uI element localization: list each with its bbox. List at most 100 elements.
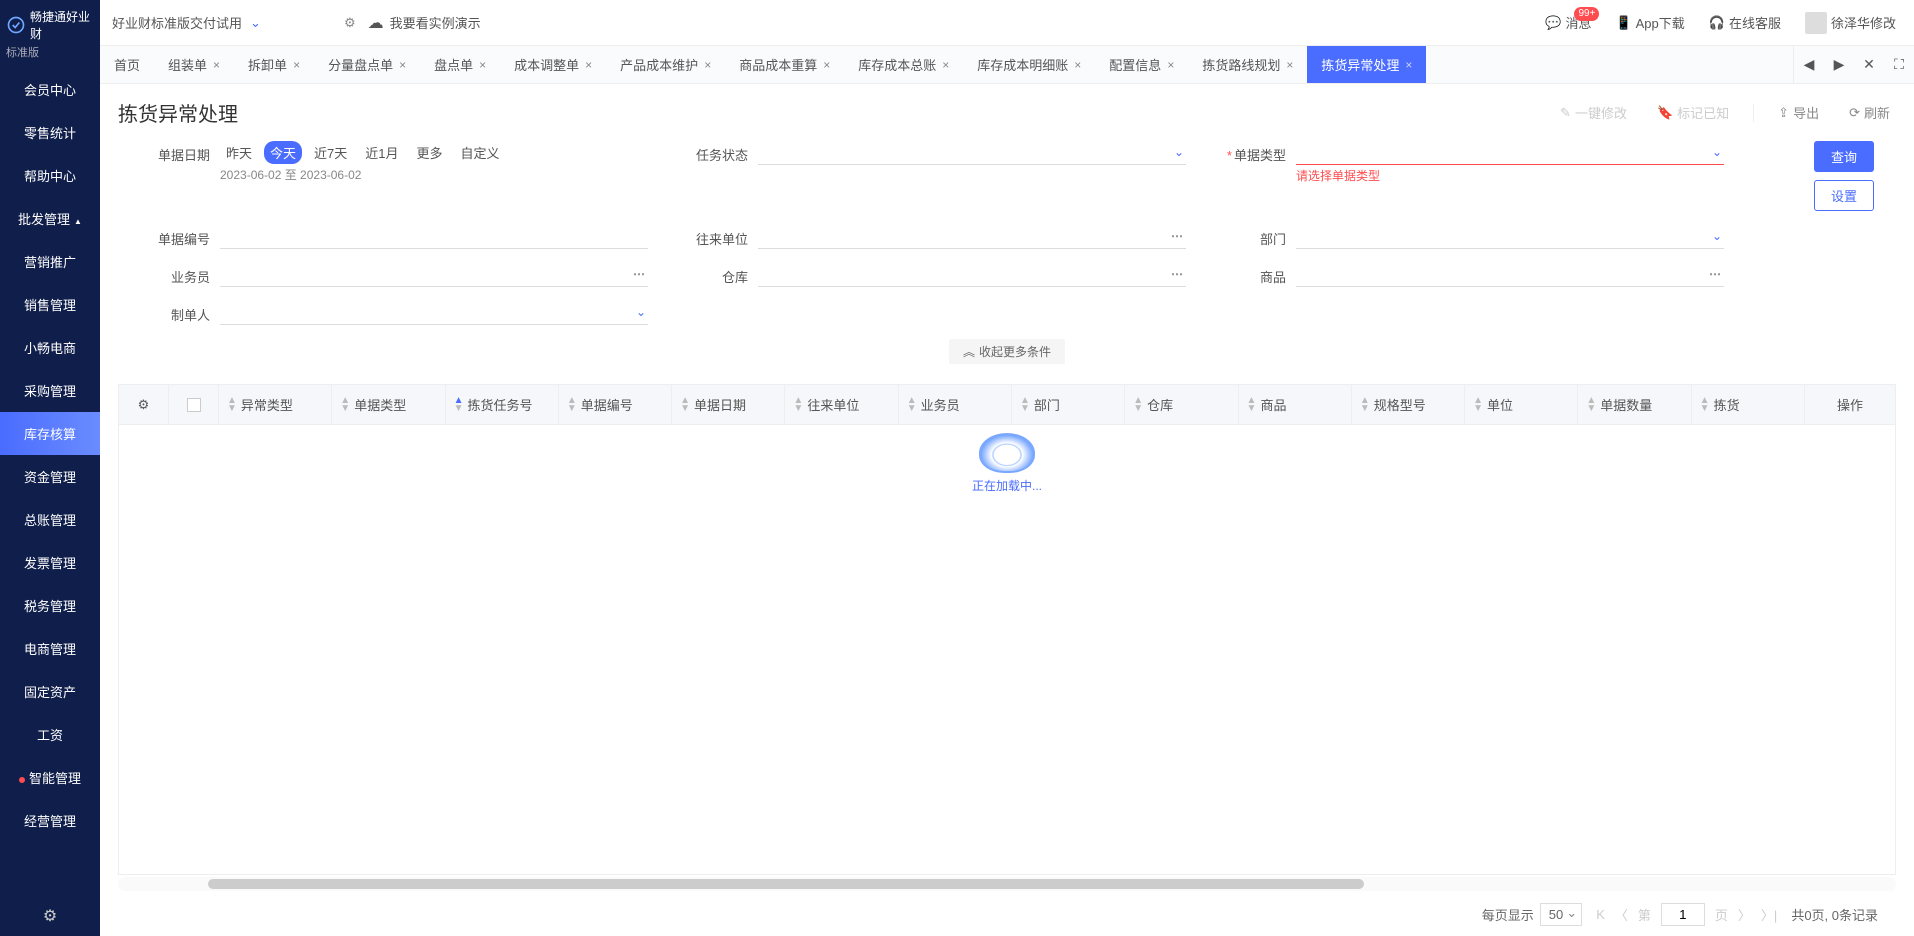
partner-input[interactable] [758, 225, 1186, 249]
tab[interactable]: 库存成本明细账× [963, 46, 1095, 83]
close-icon[interactable]: × [1405, 58, 1412, 72]
column-header[interactable]: ▲▼业务员 [899, 385, 1012, 424]
date-quick-option[interactable]: 近1月 [359, 141, 404, 164]
column-header[interactable]: ▲▼单据日期 [672, 385, 785, 424]
tab[interactable]: 商品成本重算× [725, 46, 844, 83]
warehouse-input[interactable] [758, 263, 1186, 287]
app-download-button[interactable]: 📱 App下载 [1609, 13, 1690, 32]
sidebar-item[interactable]: 库存核算 [0, 412, 100, 455]
collapse-filters-button[interactable]: ︽ 收起更多条件 [949, 339, 1065, 364]
dept-input[interactable] [1296, 225, 1724, 249]
close-icon[interactable]: × [213, 58, 220, 72]
column-header[interactable]: ▲▼部门 [1012, 385, 1125, 424]
close-icon[interactable]: × [942, 58, 949, 72]
sidebar-item[interactable]: 采购管理 [0, 369, 100, 412]
column-header[interactable]: ▲▼单据编号 [559, 385, 672, 424]
sidebar-item[interactable]: 帮助中心 [0, 154, 100, 197]
export-button[interactable]: ⇪ 导出 [1772, 99, 1825, 126]
column-header[interactable]: ▲▼拣货 [1692, 385, 1805, 424]
user-menu[interactable]: 徐泽华修改 [1799, 12, 1902, 34]
more-icon[interactable]: ⋯ [1709, 267, 1722, 281]
tabs-scroll-left[interactable]: ◀ [1794, 56, 1824, 73]
more-icon[interactable]: ⋯ [1171, 229, 1184, 243]
sidebar-item[interactable]: 发票管理 [0, 541, 100, 584]
tabs-close-all[interactable]: ✕ [1854, 56, 1884, 73]
close-icon[interactable]: × [1286, 58, 1293, 72]
sidebar-item[interactable]: 税务管理 [0, 584, 100, 627]
sidebar-item[interactable]: 销售管理 [0, 283, 100, 326]
sidebar-item[interactable]: 电商管理 [0, 627, 100, 670]
doc-no-input[interactable] [220, 225, 648, 249]
horizontal-scrollbar[interactable] [118, 877, 1896, 891]
date-quick-option[interactable]: 更多 [411, 141, 449, 164]
settings-button[interactable]: 设置 [1814, 180, 1874, 211]
sidebar-item[interactable]: 资金管理 [0, 455, 100, 498]
column-header[interactable]: ▲▼仓库 [1125, 385, 1238, 424]
more-icon[interactable]: ⋯ [1171, 267, 1184, 281]
column-header[interactable]: ▲▼单据类型 [332, 385, 445, 424]
page-size-select[interactable]: 50 [1540, 903, 1582, 926]
tab[interactable]: 拣货路线规划× [1188, 46, 1307, 83]
tab[interactable]: 配置信息× [1095, 46, 1188, 83]
sidebar-item[interactable]: 零售统计 [0, 111, 100, 154]
chevron-down-icon[interactable]: ⌄ [1712, 145, 1722, 159]
chevron-down-icon[interactable]: ⌄ [636, 305, 646, 319]
chevron-down-icon[interactable]: ⌄ [1712, 229, 1722, 243]
topbar-settings-icon[interactable]: ⚙ [344, 15, 356, 31]
query-button[interactable]: 查询 [1814, 141, 1874, 172]
tabs-fullscreen[interactable]: ⛶ [1884, 56, 1914, 73]
tab[interactable]: 拆卸单× [234, 46, 314, 83]
sidebar-item[interactable]: 小畅电商 [0, 326, 100, 369]
tab[interactable]: 拣货异常处理× [1307, 46, 1426, 83]
tab[interactable]: 分量盘点单× [314, 46, 420, 83]
close-icon[interactable]: × [1167, 58, 1174, 72]
close-icon[interactable]: × [704, 58, 711, 72]
close-icon[interactable]: × [1074, 58, 1081, 72]
page-input[interactable] [1661, 903, 1705, 926]
column-header[interactable]: ▲▼往来单位 [785, 385, 898, 424]
tab[interactable]: 成本调整单× [500, 46, 606, 83]
salesman-input[interactable] [220, 263, 648, 287]
select-all-checkbox[interactable] [169, 385, 219, 424]
demo-link[interactable]: ☁ 我要看实例演示 [368, 13, 481, 33]
sidebar-item[interactable]: 会员中心 [0, 68, 100, 111]
last-page-button[interactable]: 〉| [1761, 905, 1777, 924]
column-header[interactable]: ▲▼异常类型 [219, 385, 332, 424]
doc-type-input[interactable] [1296, 141, 1724, 165]
messages-button[interactable]: 💬 消息 99+ [1539, 13, 1597, 32]
brand-logo[interactable]: 畅捷通好业财 [0, 0, 100, 44]
tab[interactable]: 库存成本总账× [844, 46, 963, 83]
column-header[interactable]: ▲▼单据数量 [1578, 385, 1691, 424]
maker-input[interactable] [220, 301, 648, 325]
close-icon[interactable]: × [823, 58, 830, 72]
table-settings-button[interactable]: ⚙ [119, 385, 169, 424]
product-selector[interactable]: 好业财标准版交付试用 ⌄ [112, 13, 332, 32]
first-page-button[interactable]: K [1596, 907, 1605, 922]
chevron-down-icon[interactable]: ⌄ [1174, 145, 1184, 159]
tab[interactable]: 首页 [100, 46, 154, 83]
sidebar-item[interactable]: 营销推广 [0, 240, 100, 283]
sidebar-item[interactable]: 总账管理 [0, 498, 100, 541]
next-page-button[interactable]: 〉 [1738, 905, 1751, 924]
sidebar-item[interactable]: 批发管理 [0, 197, 100, 240]
sidebar-item[interactable]: 智能管理 [0, 756, 100, 799]
column-header[interactable]: ▲▼规格型号 [1352, 385, 1465, 424]
close-icon[interactable]: × [479, 58, 486, 72]
goods-input[interactable] [1296, 263, 1724, 287]
date-quick-option[interactable]: 昨天 [220, 141, 258, 164]
online-service-button[interactable]: 🎧 在线客服 [1703, 13, 1787, 32]
tab[interactable]: 组装单× [154, 46, 234, 83]
close-icon[interactable]: × [399, 58, 406, 72]
column-header[interactable]: ▲▼商品 [1239, 385, 1352, 424]
more-icon[interactable]: ⋯ [633, 267, 646, 281]
tabs-scroll-right[interactable]: ▶ [1824, 56, 1854, 73]
tab[interactable]: 产品成本维护× [606, 46, 725, 83]
column-header[interactable]: ▲▼单位 [1465, 385, 1578, 424]
date-quick-option[interactable]: 自定义 [455, 141, 506, 164]
date-quick-option[interactable]: 今天 [264, 141, 302, 164]
close-icon[interactable]: × [293, 58, 300, 72]
sidebar-item[interactable]: 经营管理 [0, 799, 100, 842]
refresh-button[interactable]: ⟳ 刷新 [1843, 99, 1896, 126]
sidebar-item[interactable]: 工资 [0, 713, 100, 756]
close-icon[interactable]: × [585, 58, 592, 72]
